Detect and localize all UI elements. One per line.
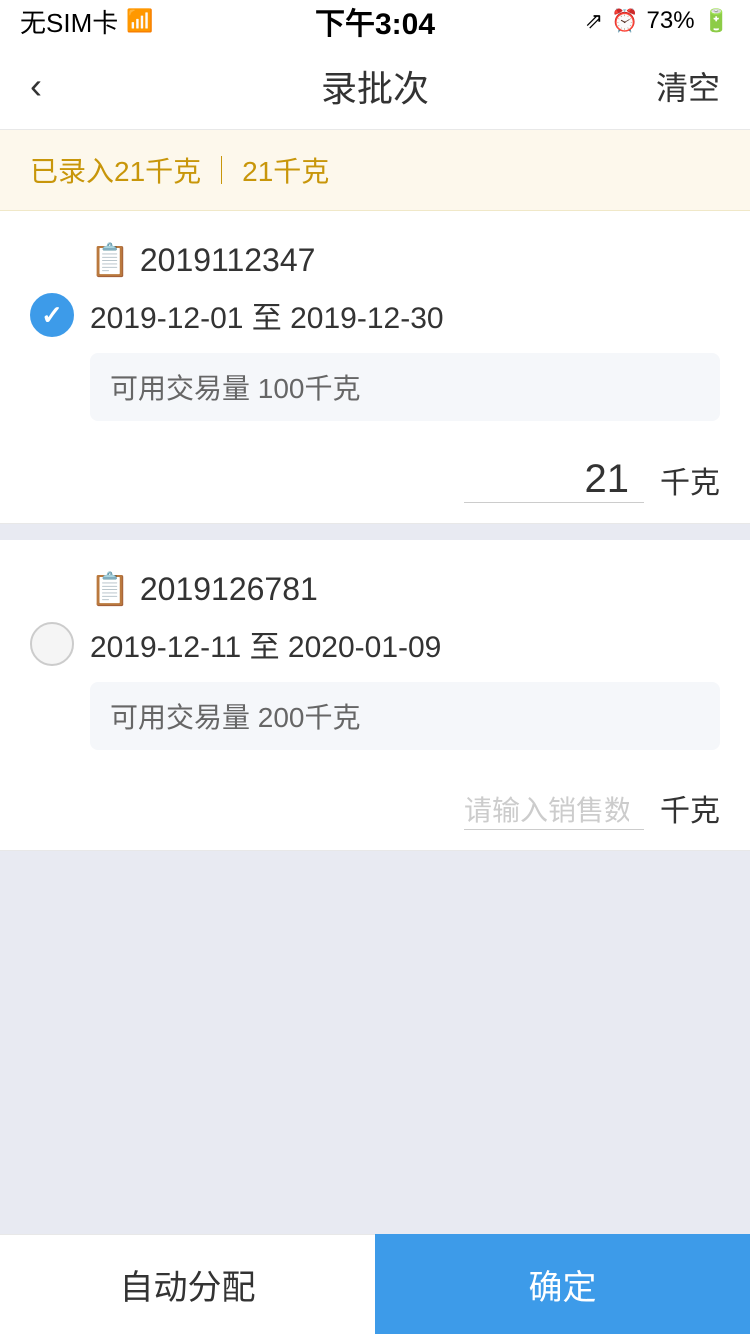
wifi-icon: 📶 [126, 8, 153, 34]
qty-input-area-2: 千克 [0, 770, 750, 850]
battery-icon: 🔋 [703, 8, 730, 34]
status-right: ⇗ ⏰ 73% 🔋 [585, 7, 730, 35]
batch-card-2: 📋 2019126781 2019-12-11 至 2020-01-09 可用交… [0, 540, 750, 851]
batch-id-2: 2019126781 [140, 571, 318, 608]
batch-doc-icon-2: 📋 [90, 570, 130, 608]
summary-bar: 已录入21千克 21千克 [0, 130, 750, 211]
nav-bar: ‹ 录批次 清空 [0, 42, 750, 130]
batch-item-2: 📋 2019126781 2019-12-11 至 2020-01-09 可用交… [0, 540, 750, 750]
auto-distribute-button[interactable]: 自动分配 [0, 1234, 375, 1334]
radio-button-1[interactable] [30, 293, 74, 337]
batch-doc-icon-1: 📋 [90, 241, 130, 279]
alarm-icon: ⏰ [611, 8, 638, 34]
clear-button[interactable]: 清空 [656, 63, 720, 109]
batch-date-row-2[interactable]: 2019-12-11 至 2020-01-09 [30, 622, 720, 666]
available-qty-2: 可用交易量 200千克 [90, 682, 720, 750]
location-icon: ⇗ [585, 8, 603, 34]
qty-input-area-1: 千克 [0, 441, 750, 523]
empty-area [0, 851, 750, 1271]
batch-id-row-1: 📋 2019112347 [30, 241, 720, 279]
page-title: 录批次 [321, 60, 429, 112]
battery-text: 73% [647, 7, 695, 35]
status-time: 下午3:04 [315, 0, 435, 43]
qty-unit-1: 千克 [660, 458, 720, 502]
summary-value: 21千克 [242, 150, 329, 190]
batch-date-row-1[interactable]: 2019-12-01 至 2019-12-30 [30, 293, 720, 337]
section-divider [0, 524, 750, 540]
summary-label: 已录入21千克 [30, 150, 201, 190]
batch-id-1: 2019112347 [140, 242, 316, 279]
status-bar: 无SIM卡 📶 下午3:04 ⇗ ⏰ 73% 🔋 [0, 0, 750, 42]
quantity-input-2[interactable] [464, 787, 644, 830]
batch-id-row-2: 📋 2019126781 [30, 570, 720, 608]
summary-divider [221, 156, 222, 184]
radio-button-2[interactable] [30, 622, 74, 666]
quantity-input-1[interactable] [464, 457, 644, 503]
status-left: 无SIM卡 📶 [20, 3, 154, 40]
batch-item-1: 📋 2019112347 2019-12-01 至 2019-12-30 可用交… [0, 211, 750, 421]
batch-date-2: 2019-12-11 至 2020-01-09 [90, 622, 441, 666]
confirm-button[interactable]: 确定 [375, 1234, 750, 1334]
carrier-text: 无SIM卡 [20, 3, 118, 40]
available-qty-1: 可用交易量 100千克 [90, 353, 720, 421]
back-button[interactable]: ‹ [30, 65, 42, 107]
qty-unit-2: 千克 [660, 786, 720, 830]
bottom-bar: 自动分配 确定 [0, 1234, 750, 1334]
batch-date-1: 2019-12-01 至 2019-12-30 [90, 293, 444, 337]
batch-card-1: 📋 2019112347 2019-12-01 至 2019-12-30 可用交… [0, 211, 750, 524]
